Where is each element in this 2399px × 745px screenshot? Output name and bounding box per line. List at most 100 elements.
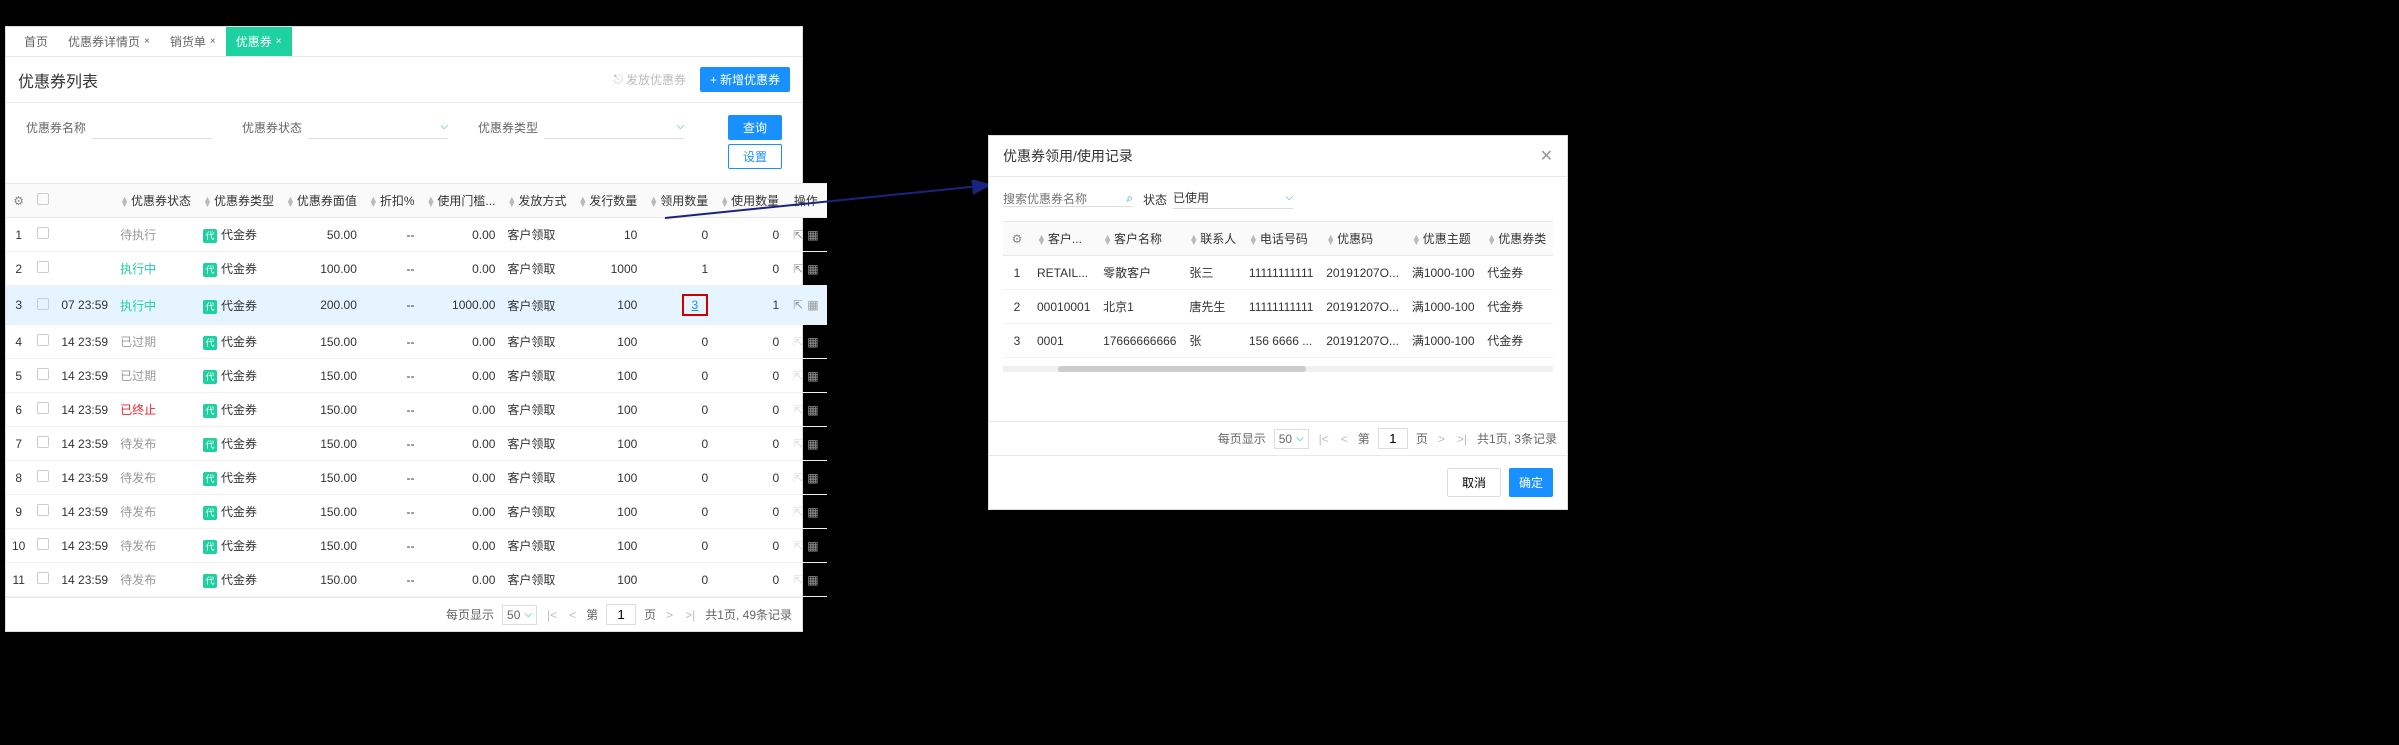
per-page-select[interactable]: 50 ⌵	[1274, 429, 1309, 449]
row-checkbox[interactable]	[37, 298, 49, 310]
sort-icon[interactable]: ▲▼	[1326, 235, 1335, 245]
share-icon[interactable]: ⇱	[793, 335, 803, 349]
sort-icon[interactable]: ▲▼	[1487, 235, 1496, 245]
row-checkbox[interactable]	[37, 402, 49, 414]
claimed-link[interactable]: 3	[692, 298, 699, 312]
table-row[interactable]: 1RETAIL...零散客户张三1111111111120191207O...满…	[1003, 256, 1553, 290]
table-row[interactable]: 514 23:59已过期代代金券150.00--0.00客户领取10000⇱▦	[6, 359, 827, 393]
table-row[interactable]: 3000117666666666张156 6666 ...20191207O..…	[1003, 324, 1553, 358]
sort-icon[interactable]: ▲▼	[120, 197, 129, 207]
table-row[interactable]: 814 23:59待发布代代金券150.00--0.00客户领取10000⇱▦	[6, 461, 827, 495]
gear-icon[interactable]: ⚙	[1012, 232, 1023, 246]
horizontal-scrollbar[interactable]	[1003, 366, 1553, 372]
row-checkbox[interactable]	[37, 227, 49, 239]
modal-search-input[interactable]	[1003, 192, 1103, 206]
share-icon[interactable]: ⇱	[793, 437, 803, 451]
share-icon[interactable]: ⇱	[793, 262, 803, 276]
close-icon[interactable]: ×	[276, 36, 282, 47]
table-row[interactable]: 1待执行代代金券50.00--0.00客户领取1000⇱▦	[6, 218, 827, 252]
modal-search-box[interactable]: ⌕	[1003, 191, 1133, 207]
tab-销货单[interactable]: 销货单×	[160, 27, 226, 56]
add-coupon-button[interactable]: + 新增优惠券	[700, 67, 790, 92]
row-checkbox[interactable]	[37, 368, 49, 380]
qrcode-icon[interactable]: ▦	[807, 539, 818, 553]
tab-优惠券[interactable]: 优惠券×	[226, 27, 292, 56]
close-icon[interactable]: ×	[210, 36, 216, 47]
qrcode-icon[interactable]: ▦	[807, 403, 818, 417]
qrcode-icon[interactable]: ▦	[807, 471, 818, 485]
qrcode-icon[interactable]: ▦	[807, 505, 818, 519]
qrcode-icon[interactable]: ▦	[807, 437, 818, 451]
row-checkbox[interactable]	[37, 572, 49, 584]
sort-icon[interactable]: ▲▼	[1037, 235, 1046, 245]
gear-icon[interactable]: ⚙	[13, 194, 24, 208]
row-checkbox[interactable]	[37, 334, 49, 346]
sort-icon[interactable]: ▲▼	[1412, 235, 1421, 245]
row-checkbox[interactable]	[37, 538, 49, 550]
next-page-button[interactable]: >	[1436, 432, 1447, 446]
row-checkbox[interactable]	[37, 504, 49, 516]
qrcode-icon[interactable]: ▦	[807, 335, 818, 349]
distribute-coupon-button[interactable]: ⎋ 发放优惠券	[605, 67, 694, 92]
qrcode-icon[interactable]: ▦	[807, 228, 818, 242]
table-row[interactable]: 414 23:59已过期代代金券150.00--0.00客户领取10000⇱▦	[6, 325, 827, 359]
tab-首页[interactable]: 首页	[14, 27, 58, 56]
sort-icon[interactable]: ▲▼	[649, 197, 658, 207]
sort-icon[interactable]: ▲▼	[203, 197, 212, 207]
table-row[interactable]: 307 23:59执行中代代金券200.00--1000.00客户领取10031…	[6, 286, 827, 325]
table-row[interactable]: 1114 23:59待发布代代金券150.00--0.00客户领取10000⇱▦	[6, 563, 827, 597]
share-icon[interactable]: ⇱	[793, 471, 803, 485]
qrcode-icon[interactable]: ▦	[807, 369, 818, 383]
sort-icon[interactable]: ▲▼	[1249, 235, 1258, 245]
cancel-button[interactable]: 取消	[1447, 468, 1501, 497]
share-icon[interactable]: ⇱	[793, 539, 803, 553]
close-icon[interactable]: ×	[144, 36, 150, 47]
share-icon[interactable]: ⇱	[793, 573, 803, 587]
prev-page-button[interactable]: <	[567, 608, 578, 622]
qrcode-icon[interactable]: ▦	[807, 262, 818, 276]
first-page-button[interactable]: |<	[545, 608, 559, 622]
share-icon[interactable]: ⇱	[793, 505, 803, 519]
page-input[interactable]	[606, 604, 636, 625]
first-page-button[interactable]: |<	[1317, 432, 1331, 446]
confirm-button[interactable]: 确定	[1509, 468, 1553, 497]
sort-icon[interactable]: ▲▼	[720, 197, 729, 207]
share-icon[interactable]: ⇱	[793, 228, 803, 242]
table-row[interactable]: 914 23:59待发布代代金券150.00--0.00客户领取10000⇱▦	[6, 495, 827, 529]
filter-type-select[interactable]: ⌵	[544, 115, 684, 139]
sort-icon[interactable]: ▲▼	[578, 197, 587, 207]
tab-优惠券详情页[interactable]: 优惠券详情页×	[58, 27, 160, 56]
sort-icon[interactable]: ▲▼	[369, 197, 378, 207]
table-row[interactable]: 2执行中代代金券100.00--0.00客户领取100010⇱▦	[6, 252, 827, 286]
filter-status-select[interactable]: ⌵	[308, 115, 448, 139]
qrcode-icon[interactable]: ▦	[807, 573, 818, 587]
select-all-checkbox[interactable]	[37, 193, 49, 205]
sort-icon[interactable]: ▲▼	[1103, 235, 1112, 245]
sort-icon[interactable]: ▲▼	[286, 197, 295, 207]
search-icon[interactable]: ⌕	[1126, 191, 1133, 206]
sort-icon[interactable]: ▲▼	[507, 197, 516, 207]
sort-icon[interactable]: ▲▼	[1189, 235, 1198, 245]
next-page-button[interactable]: >	[664, 608, 675, 622]
filter-name-input[interactable]	[92, 115, 212, 139]
last-page-button[interactable]: >|	[1455, 432, 1469, 446]
page-input[interactable]	[1378, 428, 1408, 449]
sort-icon[interactable]: ▲▼	[426, 197, 435, 207]
table-row[interactable]: 714 23:59待发布代代金券150.00--0.00客户领取10000⇱▦	[6, 427, 827, 461]
table-row[interactable]: 200010001北京1唐先生1111111111120191207O...满1…	[1003, 290, 1553, 324]
setting-button[interactable]: 设置	[728, 144, 782, 169]
qrcode-icon[interactable]: ▦	[807, 298, 818, 312]
per-page-select[interactable]: 50 ⌵	[502, 605, 537, 625]
share-icon[interactable]: ⇱	[793, 369, 803, 383]
share-icon[interactable]: ⇱	[793, 298, 803, 312]
row-checkbox[interactable]	[37, 470, 49, 482]
close-icon[interactable]: ✕	[1540, 146, 1553, 166]
row-checkbox[interactable]	[37, 261, 49, 273]
share-icon[interactable]: ⇱	[793, 403, 803, 417]
prev-page-button[interactable]: <	[1339, 432, 1350, 446]
search-button[interactable]: 查询	[728, 115, 782, 140]
last-page-button[interactable]: >|	[683, 608, 697, 622]
modal-state-select[interactable]: 已使用 ⌵	[1173, 189, 1293, 209]
row-checkbox[interactable]	[37, 436, 49, 448]
table-row[interactable]: 1014 23:59待发布代代金券150.00--0.00客户领取10000⇱▦	[6, 529, 827, 563]
